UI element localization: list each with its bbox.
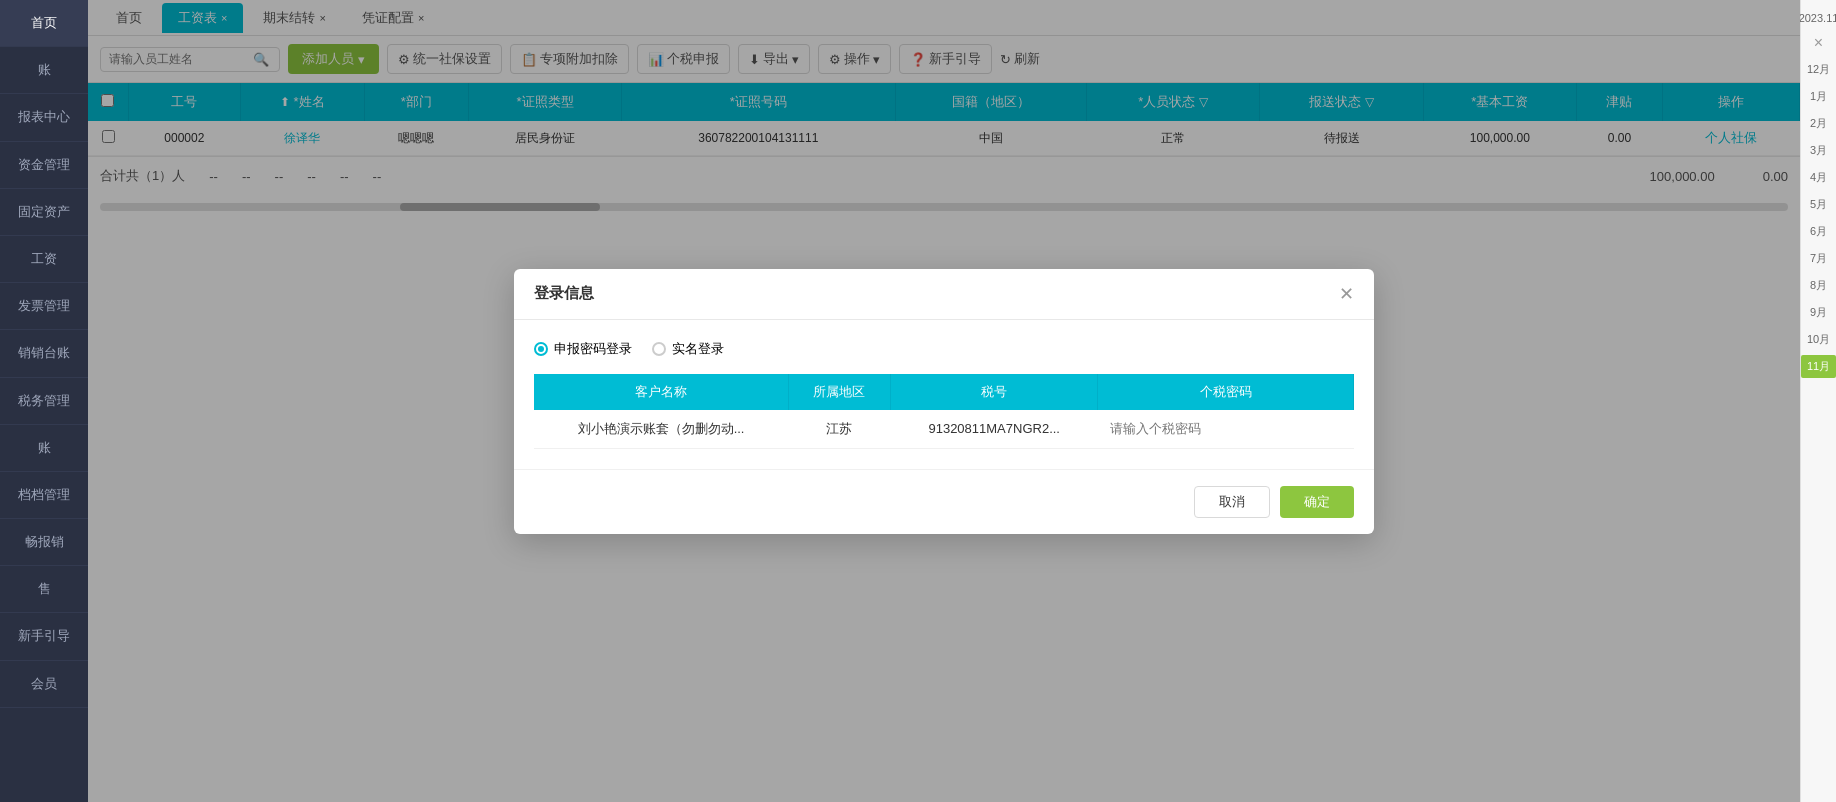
sidebar-item-invoice[interactable]: 发票管理 (0, 283, 88, 330)
sidebar-item-sales[interactable]: 销销台账 (0, 330, 88, 377)
dialog-table-row: 刘小艳演示账套（勿删勿动... 江苏 91320811MA7NGR2... (534, 410, 1354, 449)
dialog-col-client: 客户名称 (534, 374, 788, 410)
radio-group: 申报密码登录 实名登录 (534, 340, 1354, 358)
month-item-3[interactable]: 3月 (1801, 139, 1836, 162)
login-dialog: 登录信息 ✕ 申报密码登录 实名登录 (514, 269, 1374, 534)
month-item-11[interactable]: 11月 (1801, 355, 1836, 378)
dialog-title: 登录信息 (534, 284, 594, 303)
month-item-6[interactable]: 6月 (1801, 220, 1836, 243)
right-panel: 2023.11 × 12月 1月 2月 3月 4月 5月 6月 7月 8月 9月… (1800, 0, 1836, 802)
modal-overlay: 登录信息 ✕ 申报密码登录 实名登录 (88, 0, 1800, 802)
dialog-cell-client: 刘小艳演示账套（勿删勿动... (534, 410, 788, 449)
month-item-8[interactable]: 8月 (1801, 274, 1836, 297)
dialog-header: 登录信息 ✕ (514, 269, 1374, 320)
sidebar-item-report[interactable]: 报表中心 (0, 94, 88, 141)
sidebar-item-expense[interactable]: 畅报销 (0, 519, 88, 566)
radio-checked-icon (534, 342, 548, 356)
radio-real-name[interactable]: 实名登录 (652, 340, 724, 358)
dialog-cell-password[interactable] (1098, 410, 1354, 449)
dialog-body: 申报密码登录 实名登录 客户名称 所属地区 税号 个税密码 (514, 320, 1374, 469)
sidebar-item-fund[interactable]: 资金管理 (0, 142, 88, 189)
sidebar-item-archive[interactable]: 档档管理 (0, 472, 88, 519)
dialog-col-taxno: 税号 (891, 374, 1098, 410)
confirm-button[interactable]: 确定 (1280, 486, 1354, 518)
dialog-col-password: 个税密码 (1098, 374, 1354, 410)
month-item-5[interactable]: 5月 (1801, 193, 1836, 216)
main-area: 首页 工资表 × 期末结转 × 凭证配置 × 🔍 添加人员 ▾ ⚙ 统一社保设置 (88, 0, 1800, 802)
right-panel-close[interactable]: × (1814, 32, 1823, 54)
sidebar-item-ledger[interactable]: 账 (0, 425, 88, 472)
sidebar-item-guide[interactable]: 新手引导 (0, 613, 88, 660)
dialog-close-icon[interactable]: ✕ (1339, 283, 1354, 305)
sidebar-item-home[interactable]: 首页 (0, 0, 88, 47)
tax-password-input[interactable] (1110, 421, 1342, 436)
cancel-button[interactable]: 取消 (1194, 486, 1270, 518)
month-item-9[interactable]: 9月 (1801, 301, 1836, 324)
month-item-4[interactable]: 4月 (1801, 166, 1836, 189)
radio-unchecked-icon (652, 342, 666, 356)
dialog-footer: 取消 确定 (514, 469, 1374, 534)
sidebar-item-payroll[interactable]: 工资 (0, 236, 88, 283)
login-info-table: 客户名称 所属地区 税号 个税密码 刘小艳演示账套（勿删勿动... 江苏 913… (534, 374, 1354, 449)
month-item-2[interactable]: 2月 (1801, 112, 1836, 135)
dialog-col-region: 所属地区 (788, 374, 891, 410)
month-item-10[interactable]: 10月 (1801, 328, 1836, 351)
radio-declaration-password[interactable]: 申报密码登录 (534, 340, 632, 358)
year-label: 2023.11 (1799, 8, 1836, 28)
sidebar-item-sale2[interactable]: 售 (0, 566, 88, 613)
sidebar-item-member[interactable]: 会员 (0, 661, 88, 708)
dialog-cell-region: 江苏 (788, 410, 891, 449)
month-item-7[interactable]: 7月 (1801, 247, 1836, 270)
dialog-cell-taxno: 91320811MA7NGR2... (891, 410, 1098, 449)
month-item-1[interactable]: 1月 (1801, 85, 1836, 108)
sidebar-item-account[interactable]: 账 (0, 47, 88, 94)
sidebar: 首页 账 报表中心 资金管理 固定资产 工资 发票管理 销销台账 税务管理 账 … (0, 0, 88, 802)
month-item-12[interactable]: 12月 (1801, 58, 1836, 81)
sidebar-item-tax[interactable]: 税务管理 (0, 378, 88, 425)
sidebar-item-assets[interactable]: 固定资产 (0, 189, 88, 236)
